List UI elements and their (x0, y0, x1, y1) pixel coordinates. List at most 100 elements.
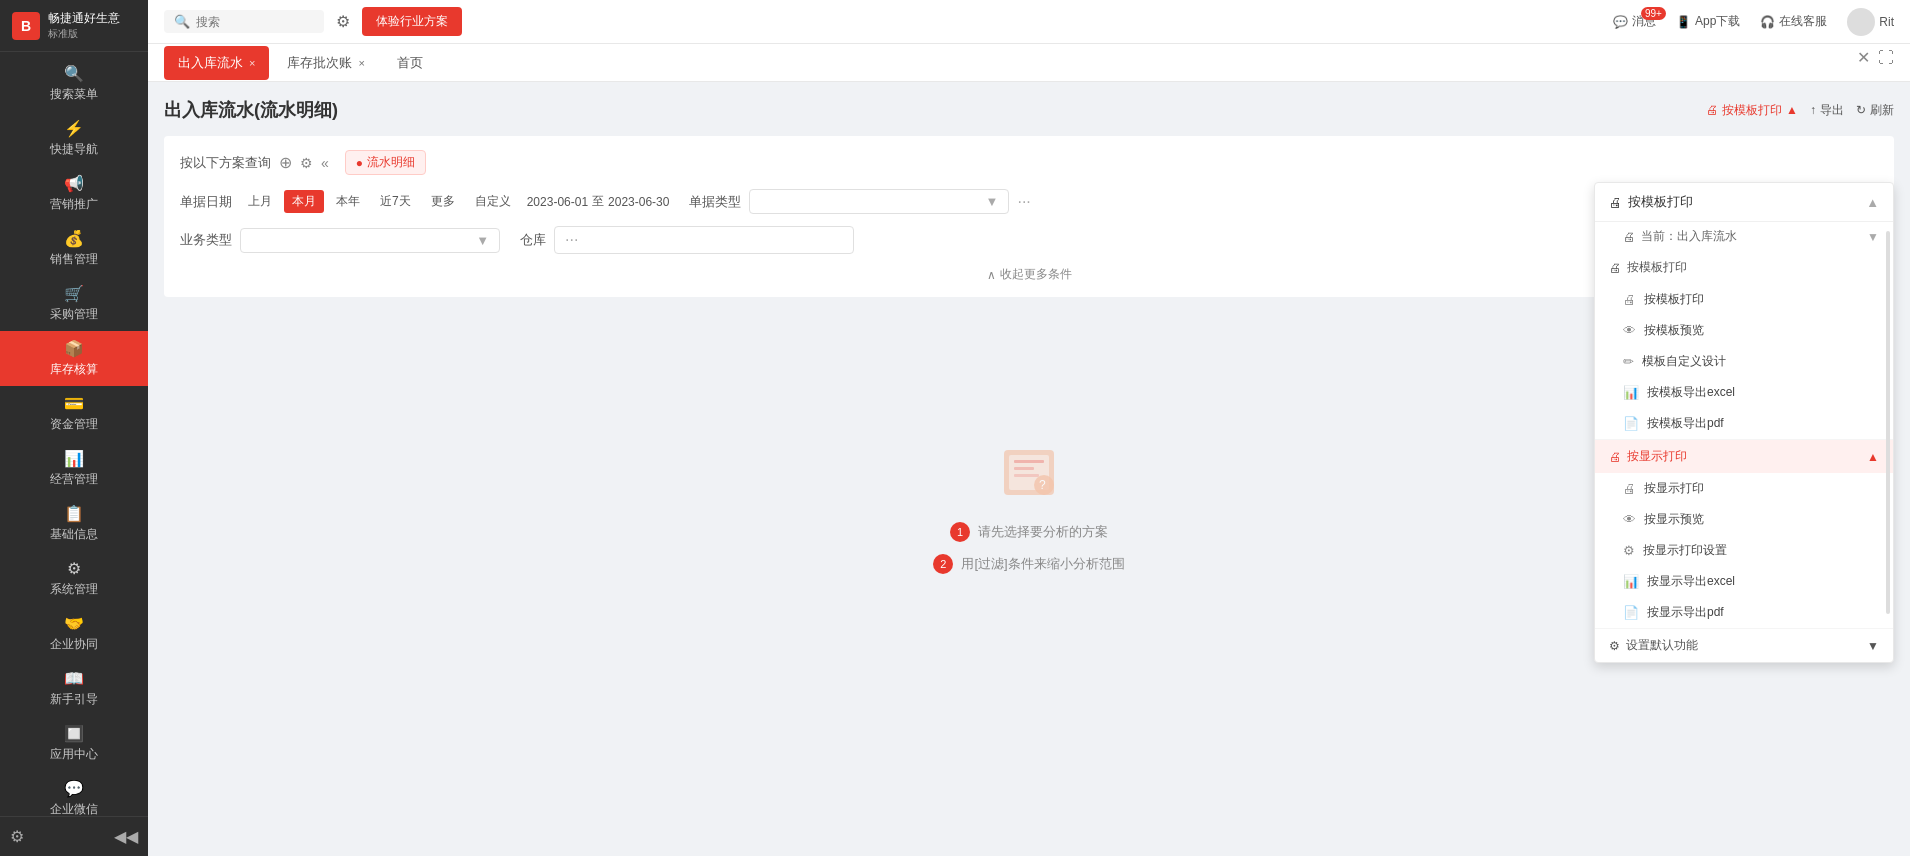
settings-icon-2: ⚙ (1609, 639, 1620, 653)
sidebar-item-finance[interactable]: 💳资金管理 (0, 386, 148, 441)
close-window-button[interactable]: ✕ (1857, 48, 1870, 67)
sidebar-label-finance: 资金管理 (50, 416, 98, 433)
template-section: 🖨按模板打印🖨按模板打印👁按模板预览✏模板自定义设计📊按模板导出excel📄按模… (1595, 251, 1893, 440)
filter-settings-icon[interactable]: ⚙ (300, 155, 313, 171)
tab-flow[interactable]: 出入库流水× (164, 46, 269, 80)
display-item-按显示打印[interactable]: 🖨按显示打印 (1595, 473, 1893, 504)
date-tabs: 上月本月本年近7天更多自定义 (240, 190, 519, 213)
sidebar-item-enterprise[interactable]: 🤝企业协同 (0, 606, 148, 661)
user-avatar-area[interactable]: Rit (1847, 8, 1894, 36)
dropdown-footer[interactable]: ⚙ 设置默认功能 ▼ (1595, 629, 1893, 662)
display-section: 🖨 按显示打印 ▲ 🖨按显示打印👁按显示预览⚙按显示打印设置📊按显示导出exce… (1595, 440, 1893, 629)
topbar-search-box[interactable]: 🔍 (164, 10, 324, 33)
date-tab-自定义[interactable]: 自定义 (467, 190, 519, 213)
sidebar-item-sales[interactable]: 💰 销售管理 (0, 221, 148, 276)
date-to[interactable]: 2023-06-30 (608, 195, 669, 209)
date-tab-近7天[interactable]: 近7天 (372, 190, 419, 213)
template-section-header[interactable]: 🖨按模板打印 (1595, 251, 1893, 284)
sidebar-label-apps: 应用中心 (50, 746, 98, 763)
sidebar-label-search: 搜索菜单 (50, 86, 98, 103)
date-from[interactable]: 2023-06-01 (527, 195, 588, 209)
dropdown-item-按模板打印[interactable]: 🖨按模板打印 (1595, 284, 1893, 315)
sidebar-icon-sales: 💰 (64, 229, 84, 248)
svg-text:?: ? (1039, 478, 1046, 492)
sidebar-icon-enterprise: 🤝 (64, 614, 84, 633)
username-label: Rit (1879, 15, 1894, 29)
display-item-按显示预览[interactable]: 👁按显示预览 (1595, 504, 1893, 535)
tab-close-flow[interactable]: × (249, 57, 255, 69)
tab-close-batch[interactable]: × (358, 57, 364, 69)
sidebar-label-marketing: 营销推广 (50, 196, 98, 213)
search-input[interactable] (196, 15, 296, 29)
sidebar-label-system: 系统管理 (50, 581, 98, 598)
template-print-button[interactable]: 🖨 按模板打印 ▲ (1706, 102, 1798, 119)
tab-label-batch: 库存批次账 (287, 54, 352, 72)
filter-collapse-icon[interactable]: « (321, 155, 329, 171)
sidebar-item-basic[interactable]: 📋基础信息 (0, 496, 148, 551)
sidebar-item-marketing[interactable]: 📢营销推广 (0, 166, 148, 221)
filter-label: 按以下方案查询 (180, 154, 271, 172)
display-item-icon: 👁 (1623, 512, 1636, 527)
gear-icon[interactable]: ⚙ (336, 12, 350, 31)
sidebar-item-shortcut[interactable]: ⚡快捷导航 (0, 111, 148, 166)
display-item-按显示导出excel[interactable]: 📊按显示导出excel (1595, 566, 1893, 597)
message-button[interactable]: 💬 消息 99+ (1613, 13, 1656, 30)
main-area: 🔍 ⚙ 体验行业方案 💬 消息 99+ 📱 App下载 🎧 在线客服 Rit (148, 0, 1910, 856)
biz-select[interactable]: ▼ (240, 228, 500, 253)
sidebar-item-wechat[interactable]: 💬企业微信 (0, 771, 148, 816)
message-badge: 99+ (1641, 7, 1666, 20)
date-tab-上月[interactable]: 上月 (240, 190, 280, 213)
sidebar-icon-business: 📊 (64, 449, 84, 468)
maximize-window-button[interactable]: ⛶ (1878, 49, 1894, 67)
sidebar-item-guide[interactable]: 📖新手引导 (0, 661, 148, 716)
printer-icon-2: 🖨 (1609, 195, 1622, 210)
settings-icon[interactable]: ⚙ (10, 827, 24, 846)
headset-icon: 🎧 (1760, 15, 1775, 29)
refresh-button[interactable]: ↻ 刷新 (1856, 102, 1894, 119)
dropdown-scrollbar[interactable] (1886, 231, 1890, 614)
empty-step-1: 1 请先选择要分析的方案 (950, 522, 1108, 542)
sidebar-label-sales: 销售管理 (50, 251, 98, 268)
display-item-按显示打印设置[interactable]: ⚙按显示打印设置 (1595, 535, 1893, 566)
dropdown-item-按模板导出excel[interactable]: 📊按模板导出excel (1595, 377, 1893, 408)
type-more-icon[interactable]: ··· (1017, 193, 1030, 211)
chevron-down-icon-2: ▼ (476, 233, 489, 248)
dropdown-item-按模板预览[interactable]: 👁按模板预览 (1595, 315, 1893, 346)
date-tab-本月[interactable]: 本月 (284, 190, 324, 213)
search-icon: 🔍 (174, 14, 190, 29)
biz-field-label: 业务类型 (180, 231, 232, 249)
svg-rect-2 (1014, 460, 1044, 463)
sidebar-item-inventory[interactable]: 📦库存核算 (0, 331, 148, 386)
date-tab-本年[interactable]: 本年 (328, 190, 368, 213)
sidebar-item-system[interactable]: ⚙ 系统管理 (0, 551, 148, 606)
warehouse-filter-field: 仓库 ··· (520, 226, 854, 254)
sidebar-icon-system: ⚙ (67, 559, 81, 578)
dropdown-current-item[interactable]: 🖨 当前：出入库流水 ▼ (1595, 222, 1893, 251)
sidebar-item-search[interactable]: 🔍搜索菜单 (0, 56, 148, 111)
filter-add-icon[interactable]: ⊕ (279, 153, 292, 172)
sidebar-icon-purchase: 🛒 (64, 284, 84, 303)
dropdown-item-按模板导出pdf[interactable]: 📄按模板导出pdf (1595, 408, 1893, 439)
warehouse-select[interactable]: ··· (554, 226, 854, 254)
sidebar-item-business[interactable]: 📊经营管理 (0, 441, 148, 496)
display-section-arrow-icon: ▲ (1867, 450, 1879, 464)
dropdown-collapse-icon[interactable]: ▲ (1866, 195, 1879, 210)
sidebar-item-apps[interactable]: 🔲应用中心 (0, 716, 148, 771)
export-button[interactable]: ↑ 导出 (1810, 102, 1844, 119)
app-download-button[interactable]: 📱 App下载 (1676, 13, 1740, 30)
trial-button[interactable]: 体验行业方案 (362, 7, 462, 36)
filter-tag[interactable]: ● 流水明细 (345, 150, 426, 175)
collapse-sidebar-icon[interactable]: ◀◀ (114, 827, 138, 846)
date-tab-更多[interactable]: 更多 (423, 190, 463, 213)
dropdown-item-模板自定义设计[interactable]: ✏模板自定义设计 (1595, 346, 1893, 377)
type-select[interactable]: ▼ (749, 189, 1009, 214)
warehouse-more-icon[interactable]: ··· (565, 231, 578, 249)
chevron-up-icon-2: ∧ (987, 268, 996, 282)
tab-batch[interactable]: 库存批次账 × (273, 46, 378, 80)
display-section-header[interactable]: 🖨 按显示打印 ▲ (1595, 440, 1893, 473)
sidebar-item-purchase[interactable]: 🛒采购管理 (0, 276, 148, 331)
online-service-button[interactable]: 🎧 在线客服 (1760, 13, 1827, 30)
tab-home[interactable]: 首页 (383, 46, 437, 80)
display-item-按显示导出pdf[interactable]: 📄按显示导出pdf (1595, 597, 1893, 628)
sidebar-icon-inventory: 📦 (64, 339, 84, 358)
